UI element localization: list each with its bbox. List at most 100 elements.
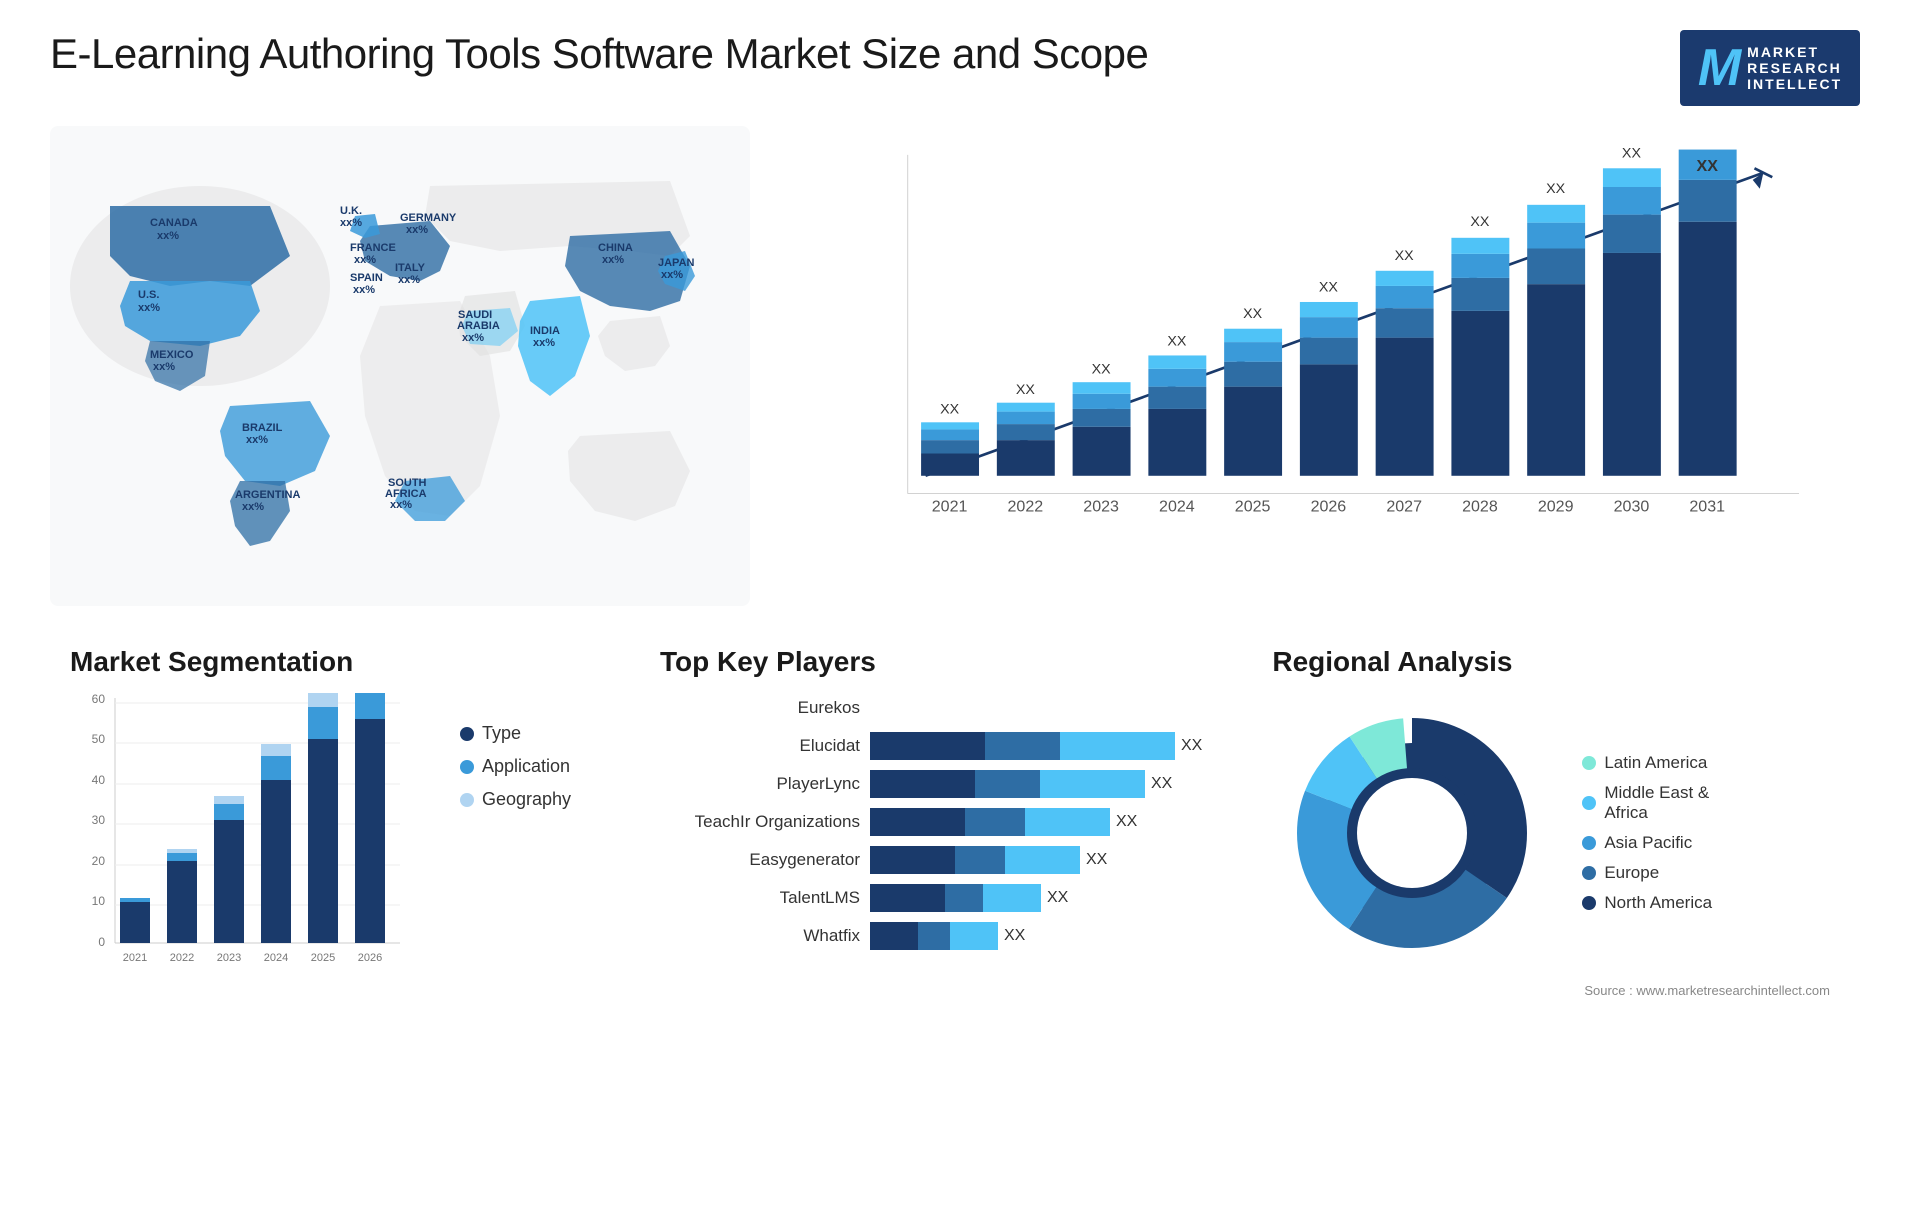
player-bar-elucidat: XX: [870, 731, 1202, 761]
player-name-playerlync: PlayerLync: [660, 774, 860, 794]
bar-mid: [975, 770, 1040, 798]
label-north-america: North America: [1604, 893, 1712, 913]
seg-chart-svg: 0 10 20 30 40 50 60: [70, 693, 410, 983]
donut-svg: [1272, 693, 1552, 973]
svg-text:10: 10: [92, 894, 106, 908]
players-list: Eurekos Elucidat XX: [660, 693, 1202, 951]
svg-text:2021: 2021: [932, 497, 968, 515]
svg-text:XX: XX: [1016, 382, 1036, 398]
bar-light: [1060, 732, 1175, 760]
player-bar-eurekos: [870, 693, 1202, 723]
bar-light: [983, 884, 1041, 912]
svg-text:2022: 2022: [170, 952, 194, 964]
svg-text:CHINA: CHINA: [598, 242, 633, 254]
player-bar-teachir: XX: [870, 807, 1202, 837]
svg-text:XX: XX: [1622, 146, 1642, 162]
player-name-whatfix: Whatfix: [660, 926, 860, 946]
player-bar-talentlms-visual: [870, 884, 1041, 912]
player-bar-easygenerator-visual: [870, 846, 1080, 874]
legend-geo-dot: [460, 793, 474, 807]
svg-text:50: 50: [92, 732, 106, 746]
svg-text:xx%: xx%: [406, 224, 428, 236]
player-name-elucidat: Elucidat: [660, 736, 860, 756]
players-title: Top Key Players: [660, 646, 1202, 678]
svg-text:2025: 2025: [311, 952, 335, 964]
svg-text:XX: XX: [1470, 214, 1490, 230]
legend-north-america: North America: [1582, 893, 1712, 913]
player-bar-talentlms: XX: [870, 883, 1202, 913]
legend-type-dot: [460, 727, 474, 741]
svg-text:XX: XX: [1092, 361, 1112, 377]
svg-text:xx%: xx%: [661, 269, 683, 281]
label-europe: Europe: [1604, 863, 1659, 883]
bar-light: [1025, 808, 1110, 836]
svg-text:xx%: xx%: [462, 332, 484, 344]
bar-dark: [870, 884, 945, 912]
svg-text:2026: 2026: [358, 952, 382, 964]
bottom-section: Market Segmentation 0 10 20 30 40 5: [50, 636, 1870, 1196]
legend-latin-america: Latin America: [1582, 753, 1712, 773]
player-value-talentlms: XX: [1047, 889, 1068, 907]
header: E-Learning Authoring Tools Software Mark…: [50, 30, 1870, 106]
svg-text:INDIA: INDIA: [530, 325, 560, 337]
bar-mid: [985, 732, 1060, 760]
svg-text:2030: 2030: [1614, 497, 1650, 515]
svg-text:XX: XX: [1167, 334, 1187, 350]
svg-text:U.S.: U.S.: [138, 289, 159, 301]
players: Top Key Players Eurekos Elucidat: [640, 636, 1222, 1196]
dot-mea: [1582, 796, 1596, 810]
player-name-eurekos: Eurekos: [660, 698, 860, 718]
dot-europe: [1582, 866, 1596, 880]
svg-text:2023: 2023: [217, 952, 241, 964]
svg-text:2027: 2027: [1386, 497, 1422, 515]
svg-text:XX: XX: [1546, 181, 1566, 197]
svg-text:JAPAN: JAPAN: [658, 257, 695, 269]
svg-text:2024: 2024: [264, 952, 288, 964]
player-row-easygenerator: Easygenerator XX: [660, 845, 1202, 875]
logo-m: M: [1698, 42, 1741, 94]
dot-north-america: [1582, 896, 1596, 910]
player-row-talentlms: TalentLMS XX: [660, 883, 1202, 913]
svg-text:MEXICO: MEXICO: [150, 349, 194, 361]
player-name-teachir: TeachIr Organizations: [660, 812, 860, 832]
player-name-easygenerator: Easygenerator: [660, 850, 860, 870]
player-bar-whatfix-visual: [870, 922, 998, 950]
bar-dark: [870, 770, 975, 798]
player-value-teachir: XX: [1116, 813, 1137, 831]
label-mea: Middle East &Africa: [1604, 783, 1709, 823]
player-row-elucidat: Elucidat XX: [660, 731, 1202, 761]
source-text: Source : www.marketresearchintellect.com: [1272, 983, 1850, 998]
bar-dark: [870, 732, 985, 760]
world-map-svg: CANADA xx% U.S. xx% MEXICO xx% BRAZIL xx…: [50, 126, 750, 606]
svg-text:XX: XX: [940, 401, 960, 417]
svg-text:xx%: xx%: [157, 230, 179, 242]
bar-mid: [918, 922, 950, 950]
svg-text:0: 0: [98, 935, 105, 949]
logo-line1: MARKET: [1747, 44, 1842, 60]
svg-text:2022: 2022: [1008, 497, 1044, 515]
svg-text:2031: 2031: [1689, 497, 1725, 515]
segmentation-title: Market Segmentation: [70, 646, 590, 678]
player-row-teachir: TeachIr Organizations XX: [660, 807, 1202, 837]
page-container: E-Learning Authoring Tools Software Mark…: [0, 0, 1920, 1226]
svg-text:30: 30: [92, 813, 106, 827]
svg-text:2021: 2021: [123, 952, 147, 964]
svg-text:xx%: xx%: [353, 284, 375, 296]
dot-latin-america: [1582, 756, 1596, 770]
regional-content: Latin America Middle East &Africa Asia P…: [1272, 693, 1850, 973]
legend-asia-pacific: Asia Pacific: [1582, 833, 1712, 853]
svg-text:GERMANY: GERMANY: [400, 212, 457, 224]
svg-text:FRANCE: FRANCE: [350, 242, 396, 254]
svg-text:ARGENTINA: ARGENTINA: [235, 489, 300, 501]
seg-chart-area: 0 10 20 30 40 50 60: [70, 693, 590, 988]
svg-text:xx%: xx%: [242, 501, 264, 513]
svg-text:XX: XX: [1319, 279, 1339, 295]
bar-light: [1005, 846, 1080, 874]
bar-dark: [870, 808, 965, 836]
seg-svg-container: 0 10 20 30 40 50 60: [70, 693, 440, 988]
player-row-playerlync: PlayerLync XX: [660, 769, 1202, 799]
label-latin-america: Latin America: [1604, 753, 1707, 773]
legend-type: Type: [460, 723, 590, 744]
bar-light: [1040, 770, 1145, 798]
svg-text:20: 20: [92, 854, 106, 868]
